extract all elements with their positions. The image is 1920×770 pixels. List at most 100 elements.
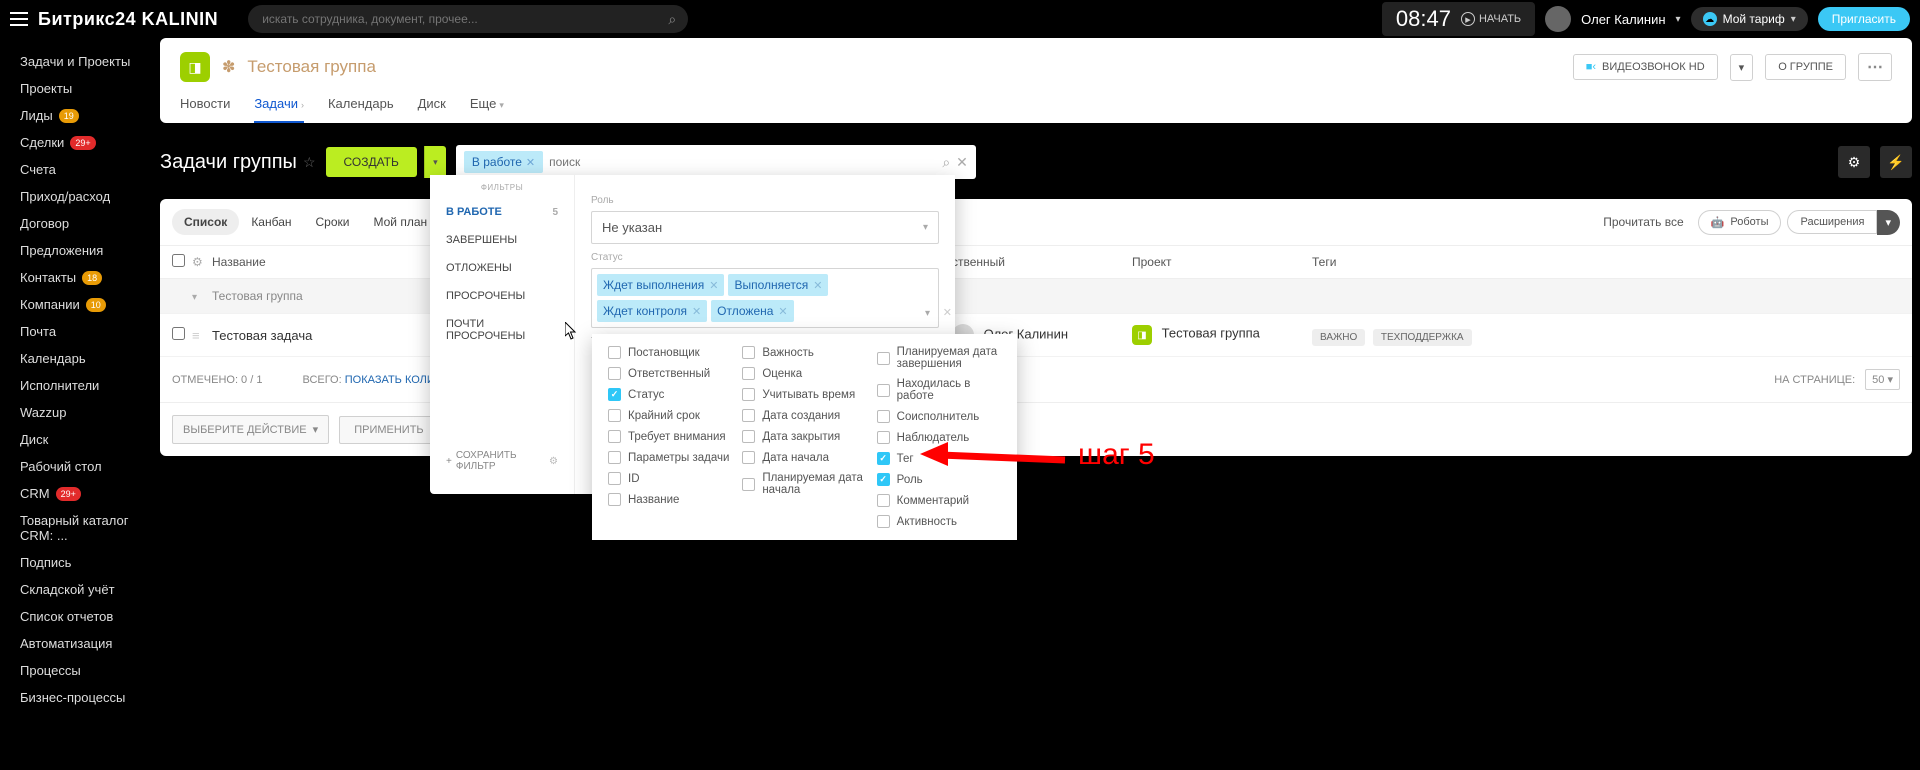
field-option[interactable]: Учитывать время [742, 388, 866, 401]
field-option[interactable]: Планируемая дата завершения [877, 346, 1001, 370]
sidebar-item[interactable]: Лиды19 [0, 102, 160, 129]
view-tab[interactable]: Список [172, 209, 239, 235]
robots-button[interactable]: 🤖 Роботы [1698, 210, 1782, 235]
sidebar-item[interactable]: Исполнители [0, 372, 160, 399]
tab[interactable]: Диск [418, 82, 446, 123]
global-search-input[interactable] [248, 5, 688, 33]
bolt-button[interactable]: ⚡ [1880, 146, 1912, 178]
tariff-button[interactable]: ☁ Мой тариф ▾ [1691, 7, 1808, 31]
videocall-button[interactable]: ■‹ ВИДЕОЗВОНОК HD [1573, 54, 1718, 80]
field-option[interactable]: Тег [877, 452, 1001, 465]
field-option[interactable]: Название [608, 493, 732, 506]
field-option[interactable]: Дата закрытия [742, 430, 866, 443]
page-size-select[interactable]: 50 ▾ [1865, 369, 1900, 390]
field-option[interactable]: Ответственный [608, 367, 732, 380]
extensions-button[interactable]: Расширения [1787, 210, 1877, 234]
sidebar-item[interactable]: Проекты [0, 75, 160, 102]
tab[interactable]: Еще▾ [470, 82, 504, 123]
project-cell[interactable]: ◨ Тестовая группа [1132, 325, 1312, 345]
create-dropdown[interactable]: ▾ [424, 146, 446, 178]
tab[interactable]: Календарь [328, 82, 394, 123]
sidebar-item[interactable]: Товарный каталог CRM: ... [0, 507, 160, 549]
group-title[interactable]: Тестовая группа [247, 57, 376, 77]
field-option[interactable]: Крайний срок [608, 409, 732, 422]
field-option[interactable]: Роль [877, 473, 1001, 486]
filter-preset[interactable]: ПОЧТИ ПРОСРОЧЕНЫ [430, 310, 574, 350]
close-icon[interactable]: ✕ [778, 305, 787, 318]
about-group-button[interactable]: О ГРУППЕ [1765, 54, 1846, 80]
tag-chip[interactable]: ТЕХПОДДЕРЖКА [1373, 329, 1472, 346]
sidebar-item[interactable]: Предложения [0, 237, 160, 264]
filter-box[interactable]: В работе ✕ ⌕ ✕ [456, 145, 976, 179]
field-option[interactable]: Постановщик [608, 346, 732, 359]
field-option[interactable]: Параметры задачи [608, 451, 732, 464]
gear-icon[interactable]: ⚙ [549, 456, 558, 467]
sidebar-item[interactable]: Складской учёт [0, 576, 160, 603]
collapse-icon[interactable]: ▾ [192, 292, 197, 303]
view-tab[interactable]: Сроки [304, 209, 362, 235]
col-tags[interactable]: Теги [1312, 255, 1900, 269]
filter-preset[interactable]: ОТЛОЖЕНЫ [430, 254, 574, 282]
sidebar-item[interactable]: Почта [0, 318, 160, 345]
hamburger-icon[interactable] [10, 12, 28, 26]
row-menu-icon[interactable]: ≡ [192, 328, 212, 343]
star-icon[interactable]: ☆ [303, 154, 316, 171]
sidebar-item[interactable]: Процессы [0, 657, 160, 684]
read-all-link[interactable]: Прочитать все [1603, 215, 1683, 229]
chevron-down-icon[interactable]: ▾ [925, 308, 930, 319]
sidebar-item[interactable]: Диск [0, 426, 160, 453]
col-responsible[interactable]: ственный [952, 255, 1132, 269]
tab[interactable]: Задачи› [254, 82, 304, 123]
clock-widget[interactable]: 08:47 ▸ НАЧАТЬ [1382, 2, 1535, 36]
field-option[interactable]: Требует внимания [608, 430, 732, 443]
filter-preset[interactable]: ПРОСРОЧЕНЫ [430, 282, 574, 310]
sidebar-item[interactable]: Wazzup [0, 399, 160, 426]
table-group-row[interactable]: ▾ Тестовая группа [160, 279, 1912, 314]
chevron-down-icon[interactable]: ▾ [1676, 14, 1681, 25]
gear-icon[interactable]: ⚙ [192, 255, 212, 269]
tab[interactable]: Новости [180, 82, 230, 123]
status-chip[interactable]: Отложена✕ [711, 300, 793, 322]
invite-button[interactable]: Пригласить [1818, 7, 1910, 31]
close-icon[interactable]: ✕ [692, 305, 701, 318]
tag-chip[interactable]: ВАЖНО [1312, 329, 1365, 346]
sidebar-item[interactable]: Сделки29+ [0, 129, 160, 156]
sidebar-item[interactable]: Задачи и Проекты [0, 48, 160, 75]
field-option[interactable]: Важность [742, 346, 866, 359]
status-chip[interactable]: Ждет выполнения✕ [597, 274, 724, 296]
field-option[interactable]: Статус [608, 388, 732, 401]
field-option[interactable]: Находилась в работе [877, 378, 1001, 402]
start-button[interactable]: ▸ НАЧАТЬ [1461, 12, 1521, 26]
bulk-action-select[interactable]: ВЫБЕРИТЕ ДЕЙСТВИЕ ▾ [172, 415, 329, 444]
filter-preset[interactable]: ЗАВЕРШЕНЫ [430, 226, 574, 254]
view-tab[interactable]: Канбан [239, 209, 303, 235]
avatar[interactable] [1545, 6, 1571, 32]
view-tab[interactable]: Мой план [361, 209, 439, 235]
clear-filter-icon[interactable]: ✕ [956, 154, 968, 171]
status-multiselect[interactable]: Ждет выполнения✕Выполняется✕ Ждет контрол… [591, 268, 939, 328]
field-option[interactable]: ID [608, 472, 732, 485]
status-chip[interactable]: Выполняется✕ [728, 274, 828, 296]
field-option[interactable]: Оценка [742, 367, 866, 380]
filter-search-input[interactable] [549, 155, 936, 169]
field-option[interactable]: Дата начала [742, 451, 866, 464]
close-icon[interactable]: ✕ [813, 279, 822, 292]
select-all-checkbox[interactable] [172, 254, 185, 267]
more-button[interactable]: ⋯ [1858, 53, 1892, 81]
sidebar-item[interactable]: Список отчетов [0, 603, 160, 630]
col-project[interactable]: Проект [1132, 255, 1312, 269]
videocall-dropdown[interactable]: ▾ [1730, 54, 1754, 81]
field-option[interactable]: Планируемая дата начала [742, 472, 866, 496]
settings-button[interactable]: ⚙ [1838, 146, 1870, 178]
sidebar-item[interactable]: Бизнес-процессы [0, 684, 160, 711]
close-icon[interactable]: ✕ [709, 279, 718, 292]
filter-preset[interactable]: В РАБОТЕ5 [430, 198, 574, 226]
sidebar-item[interactable]: Подпись [0, 549, 160, 576]
sidebar-item[interactable]: Автоматизация [0, 630, 160, 657]
filter-chip[interactable]: В работе ✕ [464, 151, 543, 173]
field-option[interactable]: Соисполнитель [877, 410, 1001, 423]
row-checkbox[interactable] [172, 327, 185, 340]
save-filter-button[interactable]: + СОХРАНИТЬ ФИЛЬТР ⚙ [430, 440, 574, 482]
status-chip[interactable]: Ждет контроля✕ [597, 300, 707, 322]
user-name[interactable]: Олег Калинин [1581, 12, 1665, 27]
